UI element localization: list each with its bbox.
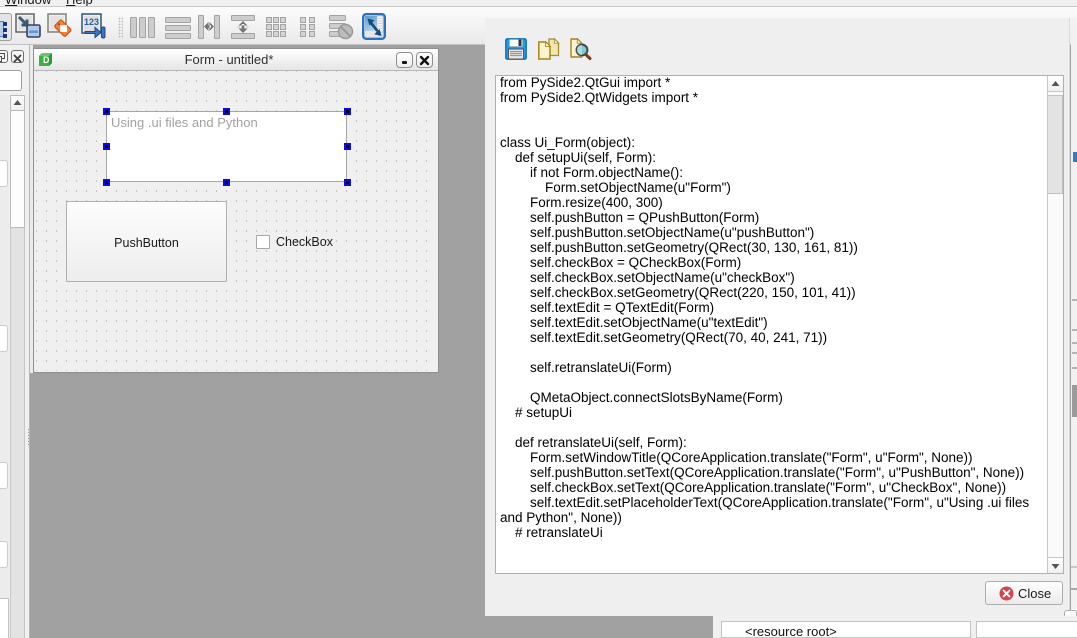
svg-text:123: 123 [84,17,99,27]
